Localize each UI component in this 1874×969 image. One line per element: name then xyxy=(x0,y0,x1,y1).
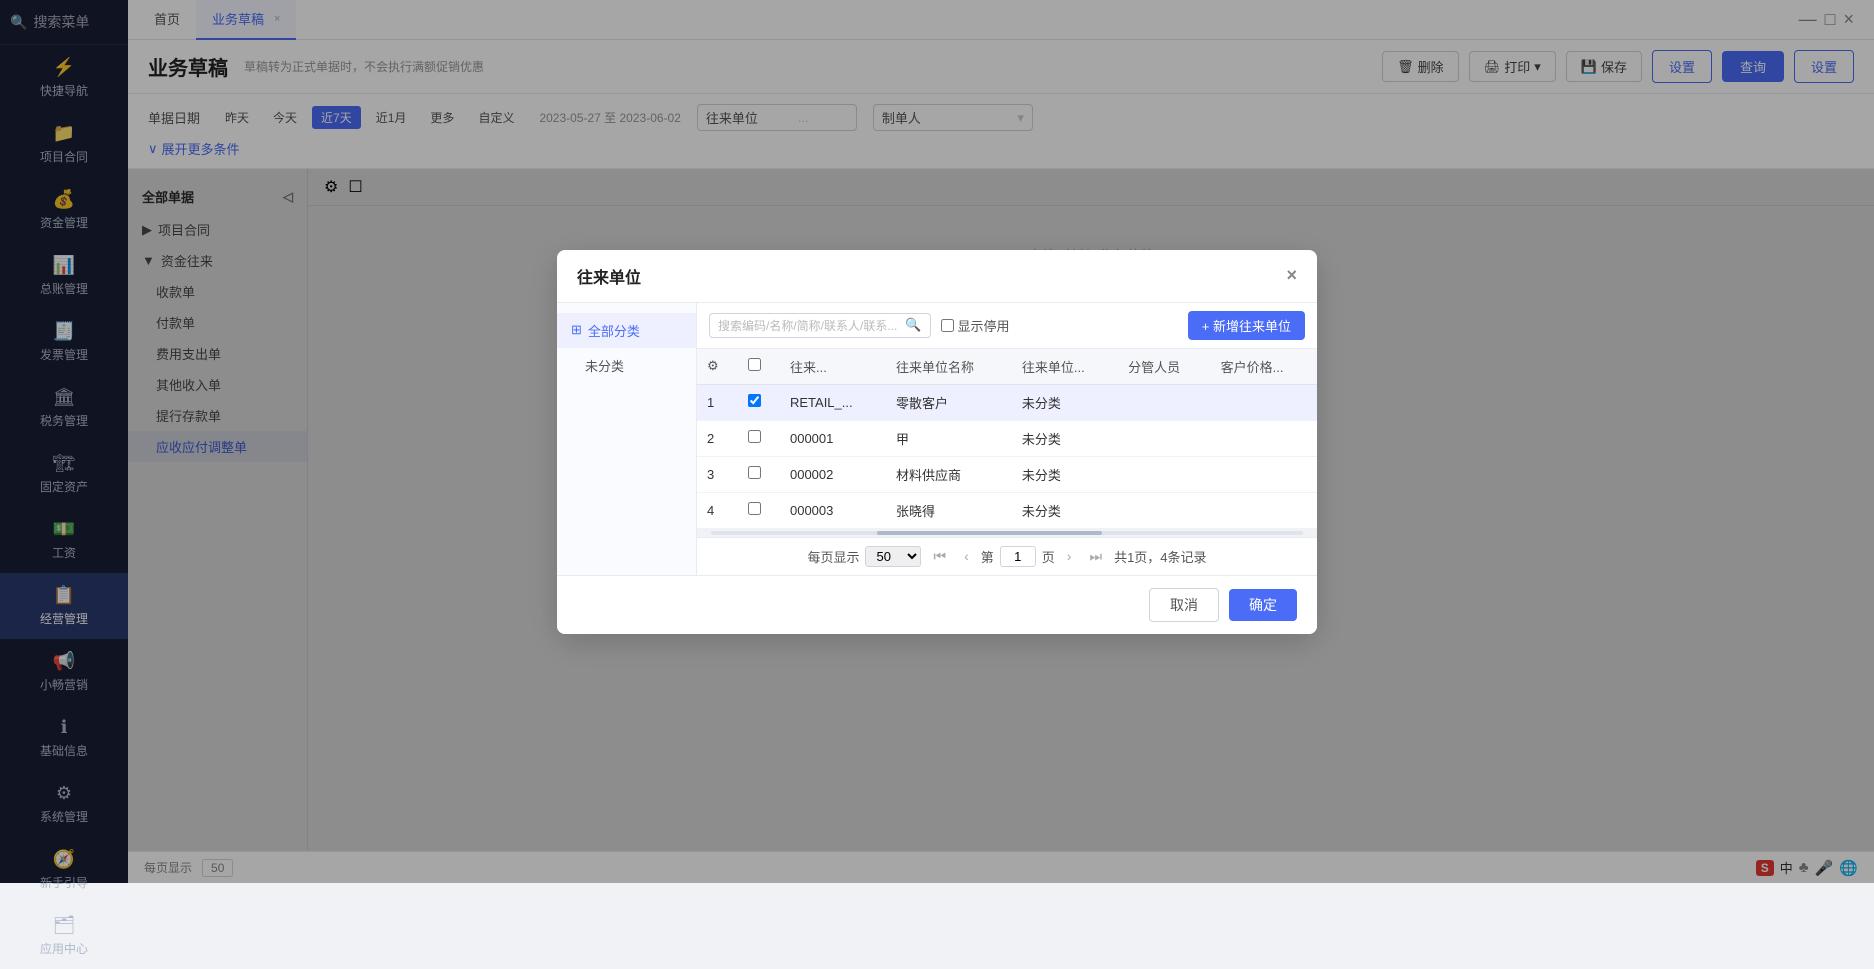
th-settings: ⚙ xyxy=(697,349,738,385)
row-category: 未分类 xyxy=(1012,384,1118,420)
row-num: 4 xyxy=(697,492,738,528)
modal-overlay: 往来单位 × ⊞ 全部分类 未分类 搜索编码/名称/简称/联系人/联系... xyxy=(0,0,1874,883)
modal-close-button[interactable]: × xyxy=(1286,265,1297,286)
per-page-select[interactable]: 50 100 xyxy=(865,546,921,567)
th-code: 往来... xyxy=(780,349,886,385)
table-row[interactable]: 1 RETAIL_... 零散客户 未分类 xyxy=(697,384,1317,420)
modal-sidebar: ⊞ 全部分类 未分类 xyxy=(557,303,697,575)
modal-search-input[interactable]: 搜索编码/名称/简称/联系人/联系... 🔍 xyxy=(709,313,931,338)
modal-sidebar-uncategorized[interactable]: 未分类 xyxy=(557,348,696,383)
th-name: 往来单位名称 xyxy=(886,349,1012,385)
row-check[interactable] xyxy=(738,384,780,420)
row-name: 材料供应商 xyxy=(886,456,1012,492)
row-category: 未分类 xyxy=(1012,456,1118,492)
first-page-btn[interactable]: ⏮ xyxy=(927,546,952,567)
row-manager xyxy=(1118,420,1210,456)
row-manager xyxy=(1118,456,1210,492)
modal-table: ⚙ 往来... 往来单位名称 往来单位... 分管人员 客户价格... 1 xyxy=(697,349,1317,529)
sidebar-item-yingyong-zhongxin[interactable]: 🗂应用中心 xyxy=(0,903,128,969)
row-manager xyxy=(1118,492,1210,528)
current-page-input[interactable] xyxy=(1000,546,1036,567)
row-name: 甲 xyxy=(886,420,1012,456)
scrollbar-track xyxy=(711,531,1303,535)
row-manager xyxy=(1118,384,1210,420)
th-manager: 分管人员 xyxy=(1118,349,1210,385)
grid-icon: ⊞ xyxy=(571,322,582,338)
partner-modal: 往来单位 × ⊞ 全部分类 未分类 搜索编码/名称/简称/联系人/联系... xyxy=(557,250,1317,634)
confirm-button[interactable]: 确定 xyxy=(1229,589,1297,621)
modal-table-wrap: ⚙ 往来... 往来单位名称 往来单位... 分管人员 客户价格... 1 xyxy=(697,349,1317,529)
modal-body: ⊞ 全部分类 未分类 搜索编码/名称/简称/联系人/联系... 🔍 显示停用 xyxy=(557,303,1317,575)
modal-footer: 取消 确定 xyxy=(557,575,1317,634)
modal-header: 往来单位 × xyxy=(557,250,1317,303)
scrollbar-thumb[interactable] xyxy=(877,531,1102,535)
row-check[interactable] xyxy=(738,456,780,492)
modal-sidebar-all-label: 全部分类 xyxy=(588,321,640,340)
th-check xyxy=(738,349,780,385)
modal-search-icon: 🔍 xyxy=(905,317,921,333)
row-price xyxy=(1211,420,1317,456)
prev-page-btn[interactable]: ‹ xyxy=(958,546,975,566)
page-prefix: 第 xyxy=(981,547,994,566)
select-all-checkbox[interactable] xyxy=(748,358,761,371)
th-category: 往来单位... xyxy=(1012,349,1118,385)
row-price xyxy=(1211,456,1317,492)
row-num: 3 xyxy=(697,456,738,492)
row-price xyxy=(1211,492,1317,528)
row-check[interactable] xyxy=(738,492,780,528)
row-category: 未分类 xyxy=(1012,420,1118,456)
modal-scrollbar[interactable] xyxy=(697,529,1317,537)
page-suffix: 页 xyxy=(1042,547,1055,566)
modal-search-placeholder: 搜索编码/名称/简称/联系人/联系... xyxy=(718,317,897,334)
modal-sidebar-all[interactable]: ⊞ 全部分类 xyxy=(557,313,696,348)
table-row[interactable]: 2 000001 甲 未分类 xyxy=(697,420,1317,456)
row-name: 零散客户 xyxy=(886,384,1012,420)
table-row[interactable]: 3 000002 材料供应商 未分类 xyxy=(697,456,1317,492)
row-code: 000001 xyxy=(780,420,886,456)
modal-sidebar-uncategorized-label: 未分类 xyxy=(585,356,624,375)
modal-toolbar: 搜索编码/名称/简称/联系人/联系... 🔍 显示停用 + 新增往来单位 xyxy=(697,303,1317,349)
row-check[interactable] xyxy=(738,420,780,456)
modal-table-header-row: ⚙ 往来... 往来单位名称 往来单位... 分管人员 客户价格... xyxy=(697,349,1317,385)
show-disabled-input[interactable] xyxy=(941,319,954,332)
modal-title: 往来单位 xyxy=(577,264,641,288)
new-partner-button[interactable]: + 新增往来单位 xyxy=(1188,311,1305,340)
cancel-button[interactable]: 取消 xyxy=(1149,588,1219,622)
row-num: 2 xyxy=(697,420,738,456)
next-page-btn[interactable]: › xyxy=(1061,546,1078,566)
row-code: RETAIL_... xyxy=(780,384,886,420)
total-records: 共1页，4条记录 xyxy=(1114,547,1206,566)
modal-main: 搜索编码/名称/简称/联系人/联系... 🔍 显示停用 + 新增往来单位 ⚙ xyxy=(697,303,1317,575)
row-num: 1 xyxy=(697,384,738,420)
show-disabled-checkbox[interactable]: 显示停用 xyxy=(941,316,1010,335)
th-price: 客户价格... xyxy=(1211,349,1317,385)
table-row[interactable]: 4 000003 张晓得 未分类 xyxy=(697,492,1317,528)
row-category: 未分类 xyxy=(1012,492,1118,528)
show-disabled-label: 显示停用 xyxy=(958,316,1010,335)
per-page-label: 每页显示 xyxy=(807,547,859,566)
last-page-btn[interactable]: ⏭ xyxy=(1083,546,1108,567)
yingyong-zhongxin-icon: 🗂 xyxy=(53,915,76,936)
row-name: 张晓得 xyxy=(886,492,1012,528)
modal-pagination: 每页显示 50 100 ⏮ ‹ 第 页 › ⏭ 共1页，4条记录 xyxy=(697,537,1317,575)
row-price xyxy=(1211,384,1317,420)
row-code: 000002 xyxy=(780,456,886,492)
row-code: 000003 xyxy=(780,492,886,528)
